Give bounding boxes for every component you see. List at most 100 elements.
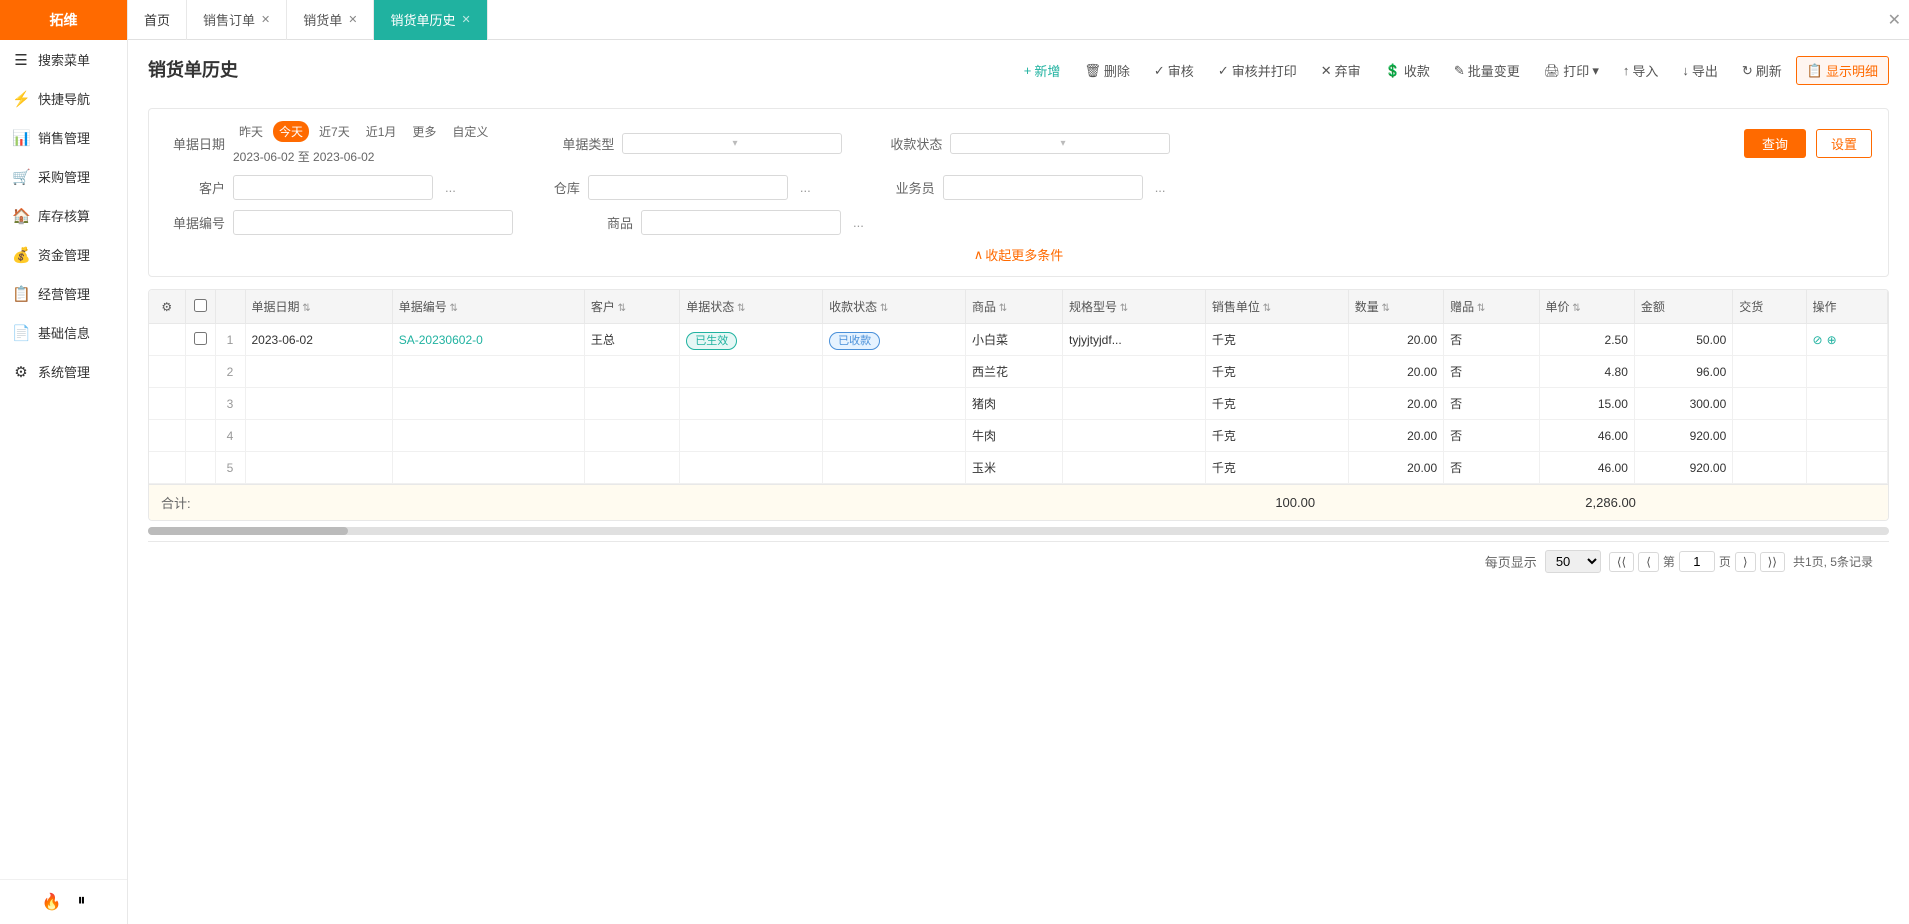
first-page-button[interactable]: ⟨⟨	[1609, 552, 1634, 572]
cell-doc-no[interactable]	[392, 388, 584, 420]
th-qty[interactable]: 数量	[1348, 290, 1443, 324]
delete-button[interactable]: 🗑 删除	[1074, 57, 1140, 84]
tab-sales-history-close[interactable]: ✕	[462, 13, 471, 26]
staff-ellipsis-btn[interactable]: ...	[1151, 178, 1170, 197]
th-pay-status[interactable]: 收款状态	[823, 290, 966, 324]
cell-doc-no[interactable]	[392, 356, 584, 388]
display-detail-button[interactable]: 📋 显示明细	[1796, 56, 1889, 85]
cell-check[interactable]	[185, 324, 215, 356]
abandon-button[interactable]: ✕ 弃审	[1311, 57, 1371, 84]
tab-sales-order-close[interactable]: ✕	[261, 13, 270, 26]
query-button[interactable]: 查询	[1744, 129, 1806, 158]
goods-input[interactable]	[641, 210, 841, 235]
sidebar-item-sys-mgmt[interactable]: ⚙ 系统管理	[0, 352, 127, 391]
date-tab-today[interactable]: 今天	[273, 121, 309, 142]
batch-change-button[interactable]: ✎ 批量变更	[1444, 57, 1530, 84]
cell-settings	[149, 388, 185, 420]
th-customer[interactable]: 客户	[584, 290, 679, 324]
date-tab-custom[interactable]: 自定义	[446, 121, 494, 142]
staff-input[interactable]	[943, 175, 1143, 200]
collect-button[interactable]: 💲 收款	[1375, 57, 1440, 84]
collect-icon: 💲	[1385, 63, 1401, 79]
warehouse-input[interactable]	[588, 175, 788, 200]
customer-ellipsis-btn[interactable]: ...	[441, 178, 460, 197]
tab-sales-order-label: 销售订单	[203, 10, 255, 29]
doc-no-input[interactable]	[233, 210, 513, 235]
select-all-checkbox[interactable]	[194, 299, 207, 312]
sidebar-item-sales-mgmt[interactable]: 📊 销售管理	[0, 118, 127, 157]
payment-status-select[interactable]: ▾	[950, 133, 1170, 154]
print-button[interactable]: 🖨 打印 ▾	[1534, 57, 1609, 84]
th-check[interactable]	[185, 290, 215, 324]
th-spec[interactable]: 规格型号	[1063, 290, 1206, 324]
th-goods[interactable]: 商品	[966, 290, 1063, 324]
th-gift[interactable]: 赠品	[1444, 290, 1539, 324]
next-page-button[interactable]: ⟩	[1735, 552, 1756, 572]
goods-ellipsis-btn[interactable]: ...	[849, 213, 868, 232]
th-doc-no[interactable]: 单据编号	[392, 290, 584, 324]
audit-print-button[interactable]: ✓ 审核并打印	[1208, 57, 1307, 84]
tab-sales-goods-close[interactable]: ✕	[348, 13, 357, 26]
scrollbar-thumb[interactable]	[148, 527, 348, 535]
cell-trade	[1733, 388, 1806, 420]
audit-button[interactable]: ✓ 审核	[1144, 57, 1204, 84]
sidebar-item-operations[interactable]: 📋 经营管理	[0, 274, 127, 313]
sidebar-item-label: 经营管理	[38, 284, 90, 303]
table-row: 3 猪肉 千克 20.00 否 15.00 300.00	[149, 388, 1888, 420]
th-price[interactable]: 单价	[1539, 290, 1634, 324]
cell-index: 3	[215, 388, 245, 420]
date-tab-yesterday[interactable]: 昨天	[233, 121, 269, 142]
cell-doc-no[interactable]	[392, 420, 584, 452]
per-page-select[interactable]: 50 100 200	[1545, 550, 1601, 573]
export-button[interactable]: ↓ 导出	[1672, 57, 1728, 84]
th-settings[interactable]: ⚙	[149, 290, 185, 324]
tab-sales-history[interactable]: 销货单历史 ✕	[374, 0, 487, 40]
window-close-button[interactable]: ✕	[1888, 10, 1909, 30]
tab-sales-order[interactable]: 销售订单 ✕	[187, 0, 287, 40]
new-button-label: 新增	[1034, 61, 1060, 80]
last-page-button[interactable]: ⟩⟩	[1760, 552, 1785, 572]
sidebar-item-search-menu[interactable]: ☰ 搜索菜单	[0, 40, 127, 79]
sidebar-item-quick-nav[interactable]: ⚡ 快捷导航	[0, 79, 127, 118]
refresh-button[interactable]: ↻ 刷新	[1732, 57, 1792, 84]
more-action-btn[interactable]: ⊕	[1827, 333, 1837, 347]
cell-check[interactable]	[185, 356, 215, 388]
sidebar-item-purchase-mgmt[interactable]: 🛒 采购管理	[0, 157, 127, 196]
date-tab-more[interactable]: 更多	[406, 121, 442, 142]
sidebar-item-finance-mgmt[interactable]: 💰 资金管理	[0, 235, 127, 274]
pause-icon[interactable]: ⏸	[77, 892, 85, 912]
th-unit[interactable]: 销售单位	[1205, 290, 1348, 324]
doc-type-select[interactable]: ▾	[622, 133, 842, 154]
horizontal-scrollbar[interactable]	[148, 527, 1889, 535]
fire-icon[interactable]: 🔥	[42, 892, 62, 912]
page-input[interactable]	[1679, 551, 1715, 572]
prev-page-button[interactable]: ⟨	[1638, 552, 1659, 572]
filter-payment-status: 收款状态 ▾	[882, 133, 1170, 154]
cell-check[interactable]	[185, 388, 215, 420]
warehouse-ellipsis-btn[interactable]: ...	[796, 178, 815, 197]
cell-check[interactable]	[185, 452, 215, 484]
filter-row-1: 单据日期 昨天 今天 近7天 近1月 更多 自定义 2023-06-02 至 2…	[165, 121, 1872, 165]
date-tab-7days[interactable]: 近7天	[313, 121, 356, 142]
tab-sales-goods[interactable]: 销货单 ✕	[287, 0, 374, 40]
th-date[interactable]: 单据日期	[245, 290, 392, 324]
doc-no-label: 单据编号	[165, 213, 225, 232]
settings-button[interactable]: 设置	[1816, 129, 1872, 158]
cell-doc-no[interactable]: SA-20230602-0	[392, 324, 584, 356]
filter-customer: 客户 ...	[165, 175, 460, 200]
cell-customer	[584, 356, 679, 388]
sidebar-item-inventory[interactable]: 🏠 库存核算	[0, 196, 127, 235]
sidebar-item-basic-info[interactable]: 📄 基础信息	[0, 313, 127, 352]
tab-home[interactable]: 首页	[128, 0, 187, 40]
new-button[interactable]: + 新增	[1014, 57, 1071, 84]
date-tab-1month[interactable]: 近1月	[360, 121, 403, 142]
cell-doc-no[interactable]	[392, 452, 584, 484]
collapse-button[interactable]: ∧ 收起更多条件	[165, 245, 1872, 264]
cell-amount: 96.00	[1634, 356, 1732, 388]
th-doc-status[interactable]: 单据状态	[680, 290, 823, 324]
import-button[interactable]: ↑ 导入	[1613, 57, 1669, 84]
content-area: 销货单历史 + 新增 🗑 删除 ✓ 审核 ✓	[128, 40, 1909, 924]
customer-input[interactable]	[233, 175, 433, 200]
cell-check[interactable]	[185, 420, 215, 452]
edit-action-btn[interactable]: ⊘	[1813, 333, 1823, 347]
